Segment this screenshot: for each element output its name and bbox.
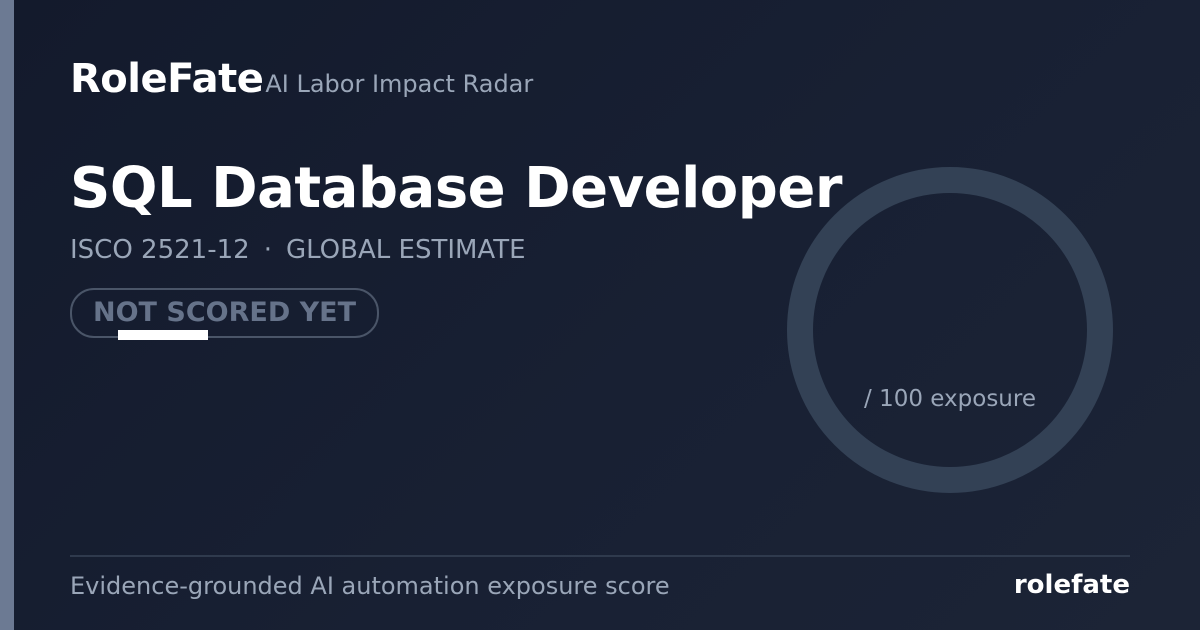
meta-separator: · (263, 235, 272, 265)
gauge-value-dash: — (118, 330, 208, 340)
footer-divider (70, 555, 1130, 557)
role-title: SQL Database Developer (70, 156, 842, 221)
exposure-gauge (787, 167, 1113, 493)
isco-code: ISCO 2521-12 (70, 235, 250, 265)
status-badge: NOT SCORED YET (70, 288, 380, 338)
footer-brand: rolefate (1013, 570, 1130, 600)
brand-header: RoleFate AI Labor Impact Radar (70, 56, 533, 102)
role-meta: ISCO 2521-12 · GLOBAL ESTIMATE (70, 235, 526, 265)
gauge-ring (787, 167, 1113, 493)
left-accent-bar (0, 0, 14, 630)
scope-label: GLOBAL ESTIMATE (285, 235, 526, 265)
brand-name: RoleFate (70, 56, 264, 102)
gauge-caption: / 100 exposure (864, 386, 1036, 412)
brand-tagline: AI Labor Impact Radar (265, 70, 534, 98)
footer-description: Evidence-grounded AI automation exposure… (70, 572, 670, 600)
